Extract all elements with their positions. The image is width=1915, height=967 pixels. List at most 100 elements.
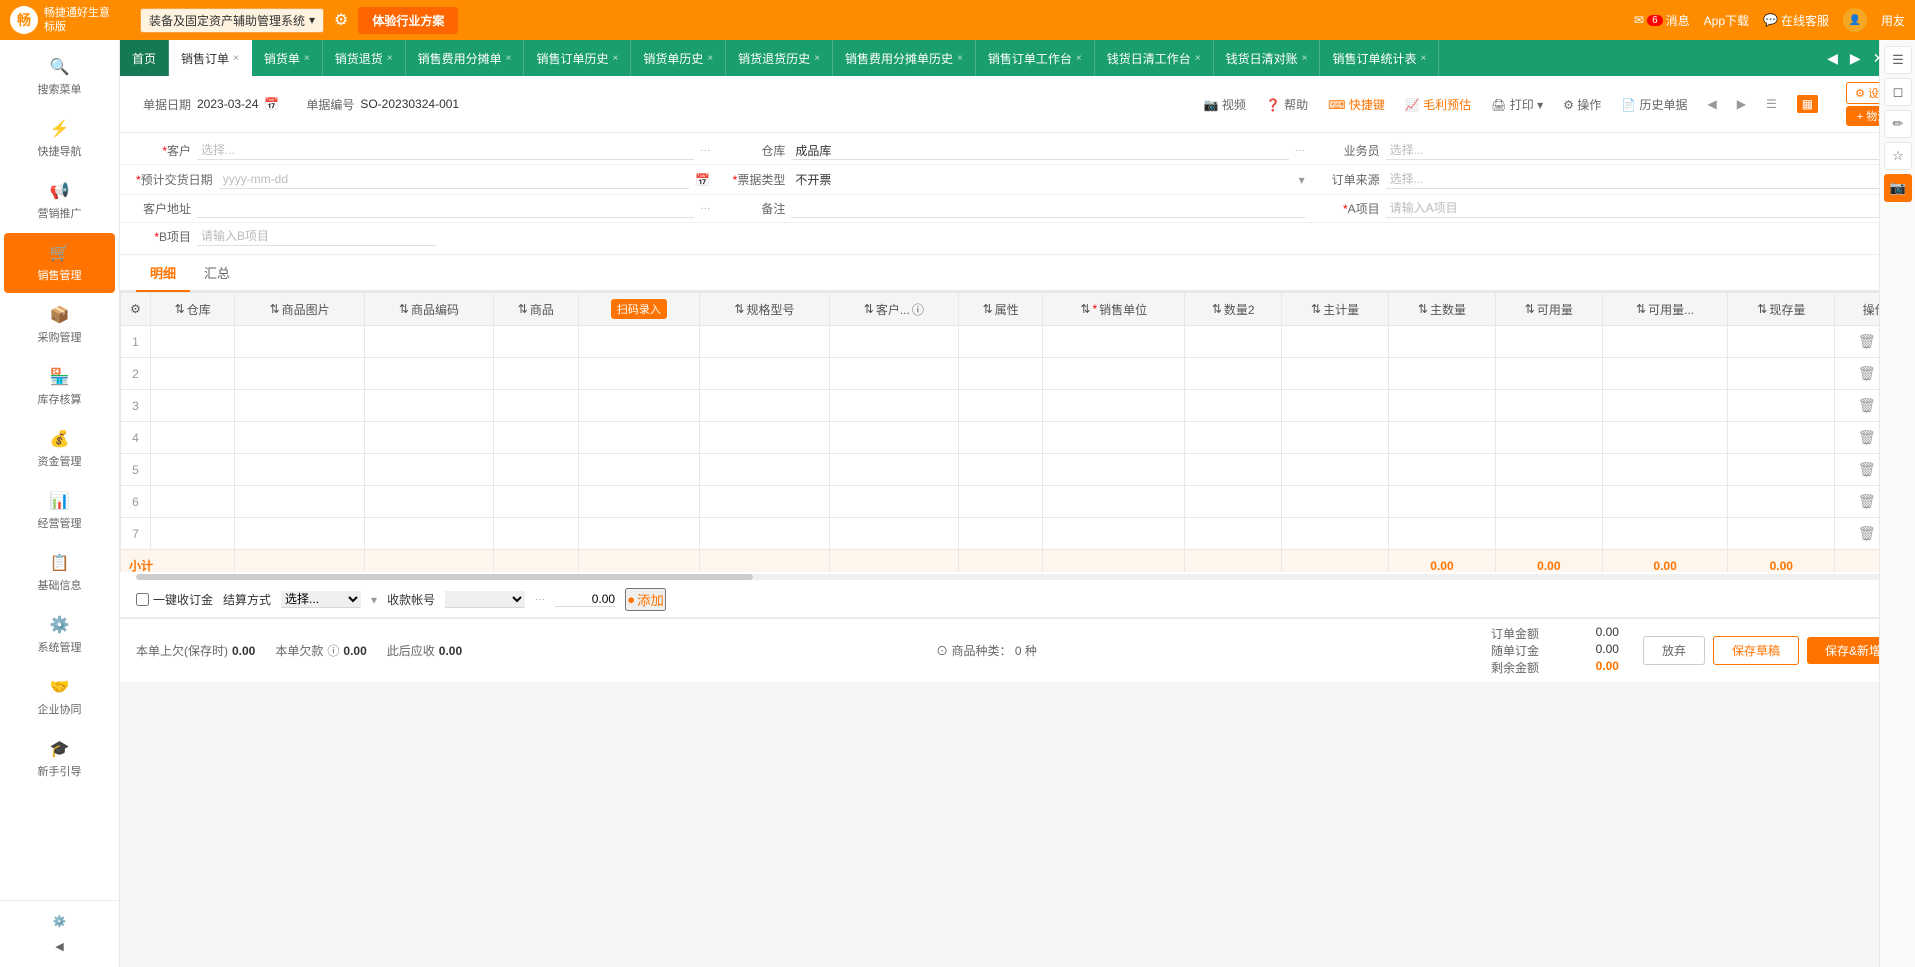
nav-prev-icon[interactable]: ◀	[1708, 97, 1717, 111]
row-stock-3[interactable]	[1728, 390, 1835, 422]
add-payment-button[interactable]: ● 添加	[625, 588, 666, 611]
row-product-name-3[interactable]	[494, 390, 578, 422]
row-spec-2[interactable]	[700, 358, 829, 390]
row-available2-5[interactable]	[1602, 454, 1728, 486]
row-product-image-7[interactable]	[235, 518, 364, 550]
row-product-image-6[interactable]	[235, 486, 364, 518]
customer-addr-input[interactable]	[197, 199, 694, 218]
row-available-4[interactable]	[1495, 422, 1602, 454]
industry-plan-button[interactable]: 体验行业方案	[358, 7, 458, 34]
tab-stats[interactable]: 销售订单统计表 ×	[1320, 40, 1439, 76]
th-customer-code[interactable]: ⇅ 客户... ⓘ	[829, 293, 958, 326]
row-product-name-5[interactable]	[494, 454, 578, 486]
row-available2-2[interactable]	[1602, 358, 1728, 390]
right-icon-camera[interactable]: 📷	[1884, 174, 1912, 202]
row-unit-6[interactable]	[1043, 486, 1185, 518]
tab-close-sales-order[interactable]: ×	[233, 53, 239, 64]
row-spec-3[interactable]	[700, 390, 829, 422]
th-stock[interactable]: ⇅ 现存量	[1728, 293, 1835, 326]
row-available-3[interactable]	[1495, 390, 1602, 422]
warehouse-input[interactable]	[791, 141, 1288, 160]
user-name[interactable]: 用友	[1881, 12, 1905, 29]
gear-icon[interactable]: ⚙	[334, 10, 348, 30]
row-main-qty-7[interactable]	[1389, 518, 1496, 550]
row-stock-7[interactable]	[1728, 518, 1835, 550]
account-select[interactable]	[445, 591, 525, 608]
th-available2[interactable]: ⇅ 可用量...	[1602, 293, 1728, 326]
row-product-code-2[interactable]	[364, 358, 493, 390]
row-available2-3[interactable]	[1602, 390, 1728, 422]
tab-reconcile[interactable]: 钱货日清对账 ×	[1214, 40, 1321, 76]
row-attribute-7[interactable]	[958, 518, 1042, 550]
table-container[interactable]: ⚙ ⇅ 仓库 ⇅ 商品图片	[120, 292, 1915, 572]
row-warehouse-4[interactable]	[151, 422, 235, 454]
tab-summary[interactable]: 汇总	[190, 255, 244, 292]
row-unit-2[interactable]	[1043, 358, 1185, 390]
row-customer-code-1[interactable]	[829, 326, 958, 358]
row-qty2-4[interactable]	[1185, 422, 1282, 454]
th-product-code[interactable]: ⇅ 商品编码	[364, 293, 493, 326]
message-icon[interactable]: ✉ 6 消息	[1634, 12, 1690, 29]
account-more-icon[interactable]: ···	[535, 594, 545, 605]
customer-more-icon[interactable]: ···	[700, 145, 710, 156]
calendar-icon[interactable]: 📅	[264, 97, 279, 111]
row-qty2-1[interactable]	[1185, 326, 1282, 358]
b-project-input[interactable]	[197, 227, 436, 246]
scan-btn[interactable]: 扫码录入	[611, 299, 667, 319]
row-main-qty-1[interactable]	[1389, 326, 1496, 358]
row-delete-icon-4[interactable]: 🗑	[1858, 429, 1876, 446]
th-unit[interactable]: ⇅ * 销售单位	[1043, 293, 1185, 326]
tab-expense-split[interactable]: 销售费用分摊单 ×	[406, 40, 525, 76]
row-available-7[interactable]	[1495, 518, 1602, 550]
row-attribute-2[interactable]	[958, 358, 1042, 390]
print-icon[interactable]: 🖨 打印 ▾	[1491, 96, 1543, 113]
row-spec-7[interactable]	[700, 518, 829, 550]
tab-close-order-workbench[interactable]: ×	[1076, 53, 1082, 64]
row-delete-icon-6[interactable]: 🗑	[1858, 493, 1876, 510]
row-warehouse-3[interactable]	[151, 390, 235, 422]
addr-more-icon[interactable]: ···	[700, 203, 710, 214]
row-delete-icon-1[interactable]: 🗑	[1858, 333, 1876, 350]
sidebar-item-quicknav[interactable]: ⚡ 快捷导航	[4, 109, 115, 169]
th-qty2[interactable]: ⇅ 数量2	[1185, 293, 1282, 326]
th-main-unit[interactable]: ⇅ 主计量	[1282, 293, 1389, 326]
row-available-1[interactable]	[1495, 326, 1602, 358]
row-main-unit-3[interactable]	[1282, 390, 1389, 422]
grid-view-icon[interactable]: ▦	[1797, 95, 1818, 113]
tab-close-return-history[interactable]: ×	[814, 53, 820, 64]
row-customer-code-3[interactable]	[829, 390, 958, 422]
tab-close-invoice[interactable]: ×	[304, 53, 310, 64]
row-main-qty-2[interactable]	[1389, 358, 1496, 390]
tab-close-daily-workbench[interactable]: ×	[1195, 53, 1201, 64]
salesperson-input[interactable]	[1386, 141, 1883, 160]
row-attribute-1[interactable]	[958, 326, 1042, 358]
tab-return-history[interactable]: 销货退货历史 ×	[726, 40, 833, 76]
tab-scroll-right[interactable]: ▶	[1844, 50, 1867, 67]
row-product-code-3[interactable]	[364, 390, 493, 422]
row-available-2[interactable]	[1495, 358, 1602, 390]
tab-scroll-left[interactable]: ◀	[1821, 50, 1844, 67]
customer-input[interactable]	[197, 141, 694, 160]
shortcut-icon[interactable]: ⌨ 快捷键	[1328, 96, 1385, 113]
sidebar-item-basic-info[interactable]: 📋 基础信息	[4, 543, 115, 603]
tab-invoice-history[interactable]: 销货单历史 ×	[631, 40, 726, 76]
row-main-qty-3[interactable]	[1389, 390, 1496, 422]
tab-home[interactable]: 首页	[120, 40, 169, 76]
row-main-unit-4[interactable]	[1282, 422, 1389, 454]
row-product-code-4[interactable]	[364, 422, 493, 454]
th-main-qty[interactable]: ⇅ 主数量	[1389, 293, 1496, 326]
sidebar-item-cooperation[interactable]: 🤝 企业协同	[4, 667, 115, 727]
row-product-name-6[interactable]	[494, 486, 578, 518]
scrollbar-thumb[interactable]	[136, 574, 753, 580]
row-available-5[interactable]	[1495, 454, 1602, 486]
row-attribute-3[interactable]	[958, 390, 1042, 422]
row-stock-6[interactable]	[1728, 486, 1835, 518]
row-main-unit-7[interactable]	[1282, 518, 1389, 550]
row-customer-code-5[interactable]	[829, 454, 958, 486]
row-main-qty-6[interactable]	[1389, 486, 1496, 518]
row-qty2-7[interactable]	[1185, 518, 1282, 550]
row-warehouse-7[interactable]	[151, 518, 235, 550]
nav-next-icon[interactable]: ▶	[1737, 97, 1746, 111]
right-icon-edit[interactable]: ✏	[1884, 110, 1912, 138]
right-icon-list[interactable]: ☰	[1884, 46, 1912, 74]
